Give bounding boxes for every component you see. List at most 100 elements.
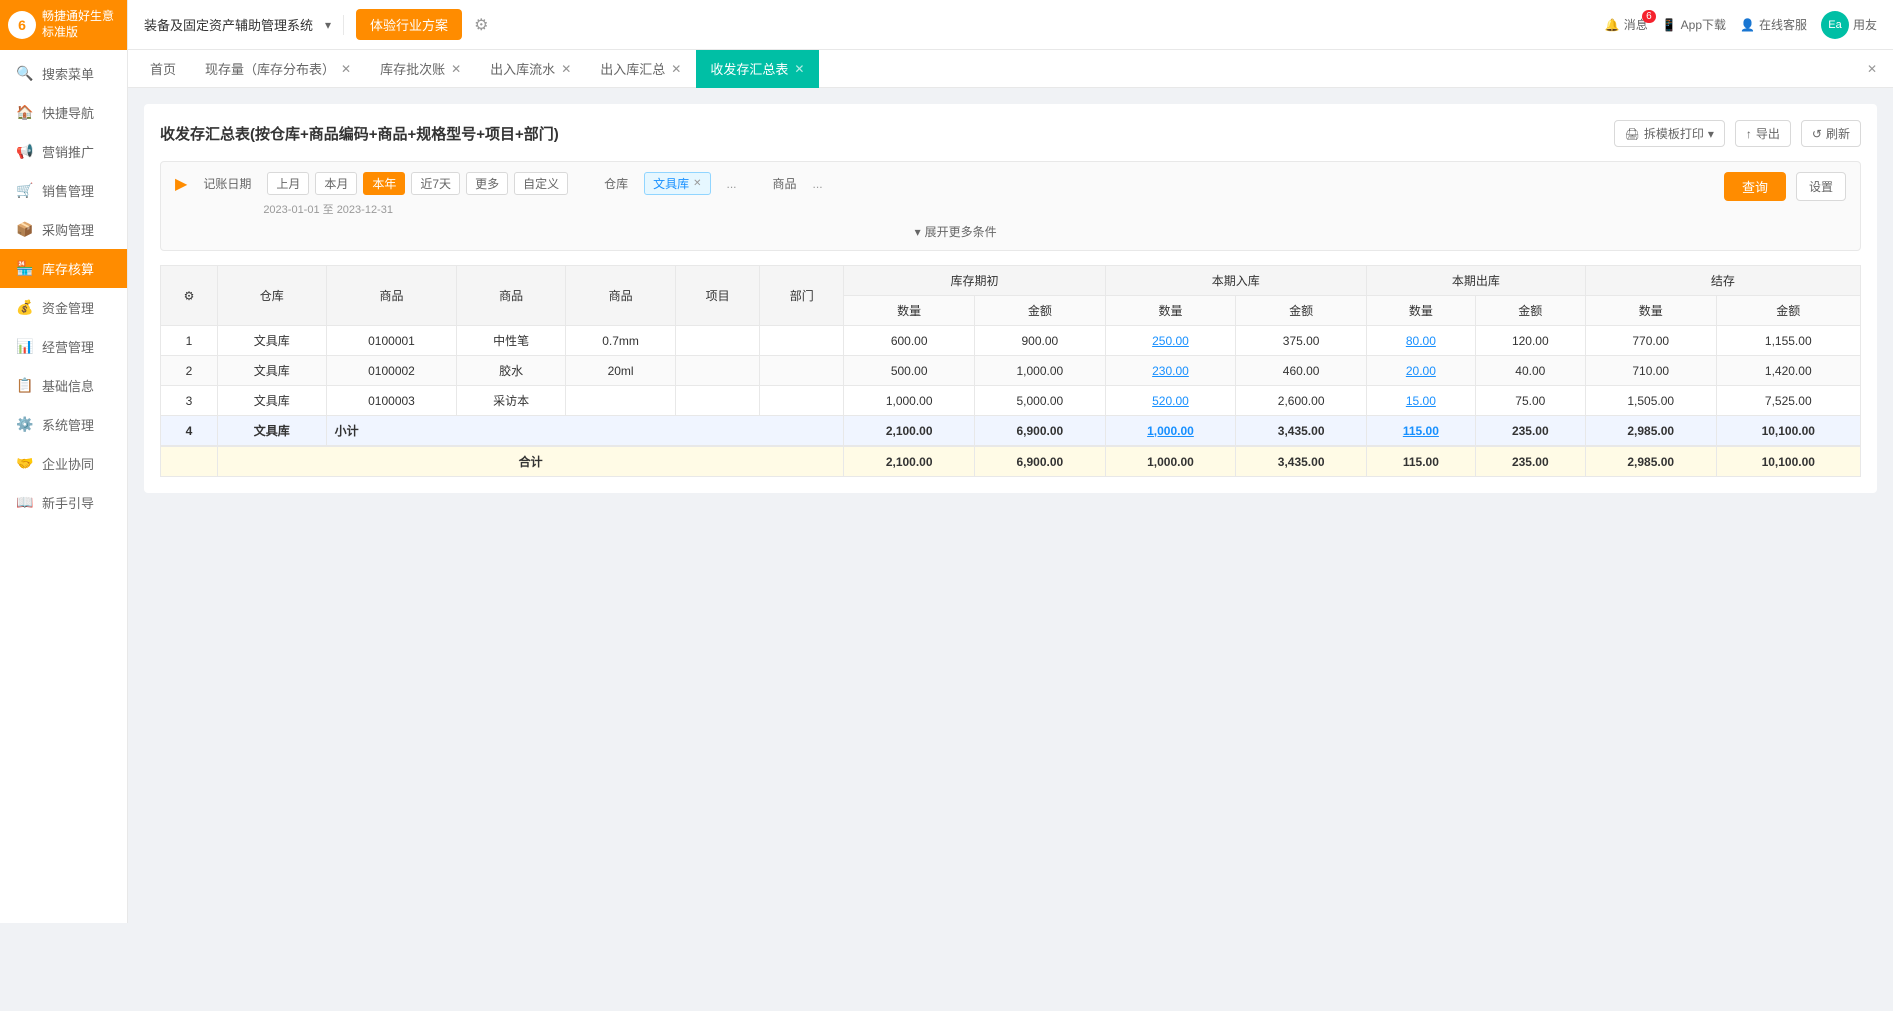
row3-out-qty-link[interactable]: 15.00 [1406,394,1436,408]
app-download-item[interactable]: 📱 App下载 [1662,16,1726,33]
expand-icon: ▾ [915,225,921,239]
refresh-btn[interactable]: ↺ 刷新 [1801,120,1861,147]
row1-qi-amt: 900.00 [975,326,1106,356]
warehouse-tag-close[interactable]: ✕ [693,178,701,189]
row2-out-qty[interactable]: 20.00 [1366,356,1475,386]
page-title: 收发存汇总表(按仓库+商品编码+商品+规格型号+项目+部门) [160,123,559,144]
tab-recv-send-close[interactable]: ✕ [794,62,804,76]
avatar: Ea [1821,11,1849,39]
table-row: 2 文具库 0100002 胶水 20ml 500.00 1,000.00 23… [161,356,1861,386]
row1-spec: 0.7mm [566,326,676,356]
footer-row: 合计 2,100.00 6,900.00 1,000.00 3,435.00 1… [161,446,1861,477]
export-icon: ↑ [1746,127,1752,141]
sidebar-item-basic[interactable]: 📋 基础信息 [0,366,127,405]
date-btn-this-year[interactable]: 本年 [363,172,405,195]
query-btn[interactable]: 查询 [1724,172,1786,201]
date-btn-custom[interactable]: 自定义 [514,172,568,195]
th-bal-amt: 金额 [1716,296,1860,326]
row3-out-amt: 75.00 [1475,386,1585,416]
footer-qi-amt: 6,900.00 [975,446,1106,477]
row1-in-qty-link[interactable]: 250.00 [1152,334,1189,348]
table-row: 1 文具库 0100001 中性笔 0.7mm 600.00 900.00 25… [161,326,1861,356]
subtotal-in-qty-link[interactable]: 1,000.00 [1147,424,1194,438]
tab-batch-close[interactable]: ✕ [451,62,461,76]
row1-dept [760,326,844,356]
footer-label: 合计 [217,446,843,477]
sidebar-item-search[interactable]: 🔍 搜索菜单 [0,54,127,93]
row3-bal-amt: 7,525.00 [1716,386,1860,416]
subtotal-in-qty[interactable]: 1,000.00 [1105,416,1236,447]
tab-inventory-dist-close[interactable]: ✕ [341,62,351,76]
sidebar-item-finance[interactable]: 💰 资金管理 [0,288,127,327]
th-gear[interactable]: ⚙ [161,266,218,326]
row1-warehouse: 文具库 [217,326,326,356]
th-dept: 部门 [760,266,844,326]
settings-icon[interactable]: ⚙ [474,15,488,35]
row1-in-qty[interactable]: 250.00 [1105,326,1236,356]
tab-home[interactable]: 首页 [136,50,191,88]
tab-recv-send-summary[interactable]: 收发存汇总表 ✕ [696,50,819,88]
export-btn[interactable]: ↑ 导出 [1735,120,1791,147]
filter-settings-btn[interactable]: 设置 [1796,172,1846,201]
row3-in-qty[interactable]: 520.00 [1105,386,1236,416]
sidebar-item-marketing[interactable]: 📢 营销推广 [0,132,127,171]
warehouse-filter-label: 仓库 [604,175,628,192]
tab-close-all[interactable]: ✕ [1859,58,1885,80]
online-service-item[interactable]: 👤 在线客服 [1740,16,1807,33]
date-btn-last-month[interactable]: 上月 [267,172,309,195]
notification-item[interactable]: 🔔 6 消息 [1605,16,1648,33]
row1-qi-qty: 600.00 [844,326,975,356]
tab-batch[interactable]: 库存批次账 ✕ [366,50,476,88]
sidebar-item-quick[interactable]: 🏠 快捷导航 [0,93,127,132]
filter-arrow[interactable]: ▶ [175,174,187,194]
sidebar-item-enterprise[interactable]: 🤝 企业协同 [0,444,127,483]
row3-name: 采访本 [457,386,566,416]
row2-in-qty-link[interactable]: 230.00 [1152,364,1189,378]
tab-inout-summary-close[interactable]: ✕ [671,62,681,76]
subtotal-qi-amt: 6,900.00 [975,416,1106,447]
date-btn-this-month[interactable]: 本月 [315,172,357,195]
sidebar-item-guide[interactable]: 📖 新手引导 [0,483,127,522]
date-btn-7days[interactable]: 近7天 [411,172,460,195]
expand-label: 展开更多条件 [925,223,997,240]
refresh-icon: ↺ [1812,127,1822,141]
footer-qi-qty: 2,100.00 [844,446,975,477]
row2-in-qty[interactable]: 230.00 [1105,356,1236,386]
sidebar-item-system[interactable]: ⚙️ 系统管理 [0,405,127,444]
row2-bal-amt: 1,420.00 [1716,356,1860,386]
row1-project [676,326,760,356]
row1-out-qty[interactable]: 80.00 [1366,326,1475,356]
sidebar-item-operations[interactable]: 📊 经营管理 [0,327,127,366]
export-label: 导出 [1756,125,1780,142]
subtotal-bal-amt: 10,100.00 [1716,416,1860,447]
tab-inventory-dist[interactable]: 现存量（库存分布表） ✕ [191,50,366,88]
warehouse-dots[interactable]: ... [727,177,737,191]
gear-icon: ⚙ [184,289,195,303]
goods-dots[interactable]: ... [813,177,823,191]
tab-inout-summary[interactable]: 出入库汇总 ✕ [586,50,696,88]
user-item[interactable]: Ea 用友 [1821,11,1877,39]
tab-inout-flow-close[interactable]: ✕ [561,62,571,76]
app-subtitle: 标准版 [42,25,114,41]
system-dropdown[interactable]: ▾ [325,18,331,32]
experience-btn[interactable]: 体验行业方案 [356,9,462,40]
subtotal-out-qty-link[interactable]: 115.00 [1403,424,1439,438]
sidebar-item-sales[interactable]: 🛒 销售管理 [0,171,127,210]
date-btn-more[interactable]: 更多 [466,172,508,195]
row1-out-qty-link[interactable]: 80.00 [1406,334,1436,348]
th-code: 商品 [326,266,457,326]
row3-out-qty[interactable]: 15.00 [1366,386,1475,416]
print-icon: 🖨 [1625,127,1640,141]
sidebar-item-inventory[interactable]: 🏪 库存核算 [0,249,127,288]
row3-in-qty-link[interactable]: 520.00 [1152,394,1189,408]
subtotal-out-qty[interactable]: 115.00 [1366,416,1475,447]
print-btn[interactable]: 🖨 拆模板打印 ▾ [1614,120,1725,147]
warehouse-tag-text: 文具库 [653,175,689,192]
expand-bar[interactable]: ▾ 展开更多条件 [203,223,1708,240]
row2-out-qty-link[interactable]: 20.00 [1406,364,1436,378]
service-icon: 👤 [1740,18,1755,32]
sidebar-label-sales: 销售管理 [42,181,94,200]
tab-inout-flow[interactable]: 出入库流水 ✕ [476,50,586,88]
sidebar-item-purchase[interactable]: 📦 采购管理 [0,210,127,249]
row1-in-amt: 375.00 [1236,326,1367,356]
